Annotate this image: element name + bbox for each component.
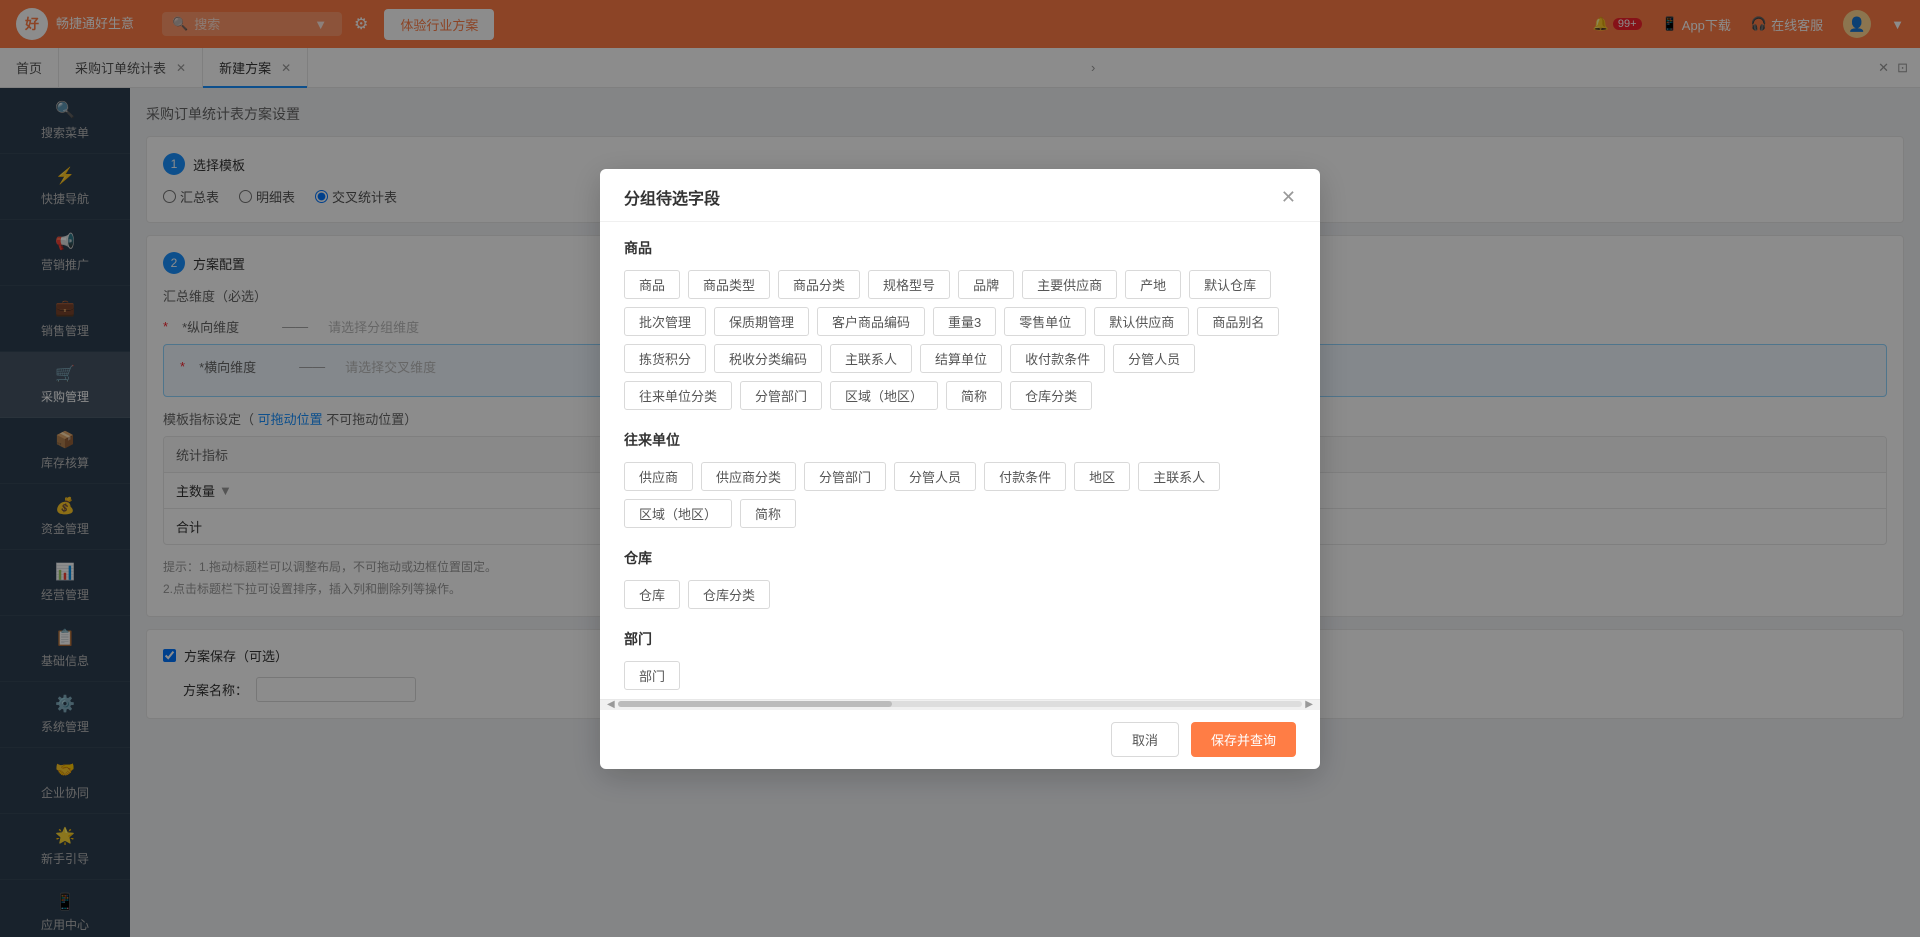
field-fktj[interactable]: 付款条件 [984, 462, 1066, 491]
field-zlxsr[interactable]: 主联系人 [830, 344, 912, 373]
field-ssfllbm[interactable]: 税收分类编码 [714, 344, 822, 373]
field-fgbm2[interactable]: 分管部门 [804, 462, 886, 491]
modal-overlay: 分组待选字段 ✕ 商品 商品 商品类型 商品分类 规格型号 品牌 主要供应商 产… [0, 0, 1920, 937]
section-product: 商品 商品 商品类型 商品分类 规格型号 品牌 主要供应商 产地 默认仓库 批次… [624, 238, 1296, 410]
field-zygys[interactable]: 主要供应商 [1022, 270, 1117, 299]
field-jc2[interactable]: 简称 [740, 499, 796, 528]
modal-body[interactable]: 商品 商品 商品类型 商品分类 规格型号 品牌 主要供应商 产地 默认仓库 批次… [600, 222, 1320, 699]
section-product-title: 商品 [624, 238, 1296, 258]
section-warehouse-fields: 仓库 仓库分类 [624, 580, 1296, 609]
modal-title: 分组待选字段 [624, 185, 720, 209]
section-department-fields: 部门 [624, 661, 1296, 690]
cancel-button[interactable]: 取消 [1111, 722, 1179, 757]
field-splx[interactable]: 商品类型 [688, 270, 770, 299]
field-cd[interactable]: 产地 [1125, 270, 1181, 299]
field-zlxsr2[interactable]: 主联系人 [1138, 462, 1220, 491]
field-zfktj[interactable]: 收付款条件 [1010, 344, 1105, 373]
field-spbm[interactable]: 商品别名 [1197, 307, 1279, 336]
field-fgry2[interactable]: 分管人员 [894, 462, 976, 491]
field-dq[interactable]: 地区 [1074, 462, 1130, 491]
section-counterpart: 往来单位 供应商 供应商分类 分管部门 分管人员 付款条件 地区 主联系人 区域… [624, 430, 1296, 528]
confirm-button[interactable]: 保存并查询 [1191, 722, 1296, 757]
field-mrgys[interactable]: 默认供应商 [1094, 307, 1189, 336]
field-bm[interactable]: 部门 [624, 661, 680, 690]
field-qydq2[interactable]: 区域（地区） [624, 499, 732, 528]
field-zl3[interactable]: 重量3 [933, 307, 996, 336]
field-pp[interactable]: 品牌 [958, 270, 1014, 299]
hscroll-thumb[interactable] [618, 701, 892, 707]
field-lwdwfl[interactable]: 往来单位分类 [624, 381, 732, 410]
section-counterpart-fields: 供应商 供应商分类 分管部门 分管人员 付款条件 地区 主联系人 区域（地区） … [624, 462, 1296, 528]
field-gys[interactable]: 供应商 [624, 462, 693, 491]
field-qydq[interactable]: 区域（地区） [830, 381, 938, 410]
field-gglx[interactable]: 规格型号 [868, 270, 950, 299]
field-spfl[interactable]: 商品分类 [778, 270, 860, 299]
modal-footer: 取消 保存并查询 [600, 709, 1320, 769]
hscroll-track [618, 701, 1303, 707]
section-department: 部门 部门 [624, 629, 1296, 690]
field-gysfl[interactable]: 供应商分类 [701, 462, 796, 491]
field-khspbm[interactable]: 客户商品编码 [817, 307, 925, 336]
section-counterpart-title: 往来单位 [624, 430, 1296, 450]
field-pcgl[interactable]: 批次管理 [624, 307, 706, 336]
field-ckfl[interactable]: 仓库分类 [1010, 381, 1092, 410]
field-jsdw[interactable]: 结算单位 [920, 344, 1002, 373]
field-select-modal: 分组待选字段 ✕ 商品 商品 商品类型 商品分类 规格型号 品牌 主要供应商 产… [600, 169, 1320, 769]
field-mrck[interactable]: 默认仓库 [1189, 270, 1271, 299]
modal-header: 分组待选字段 ✕ [600, 169, 1320, 222]
field-phjf[interactable]: 拣货积分 [624, 344, 706, 373]
section-warehouse-title: 仓库 [624, 548, 1296, 568]
field-sp[interactable]: 商品 [624, 270, 680, 299]
field-ck[interactable]: 仓库 [624, 580, 680, 609]
field-fgry[interactable]: 分管人员 [1113, 344, 1195, 373]
field-fgbm[interactable]: 分管部门 [740, 381, 822, 410]
modal-close-btn[interactable]: ✕ [1281, 188, 1296, 206]
field-bqqgl[interactable]: 保质期管理 [714, 307, 809, 336]
section-department-title: 部门 [624, 629, 1296, 649]
section-warehouse: 仓库 仓库 仓库分类 [624, 548, 1296, 609]
section-product-fields: 商品 商品类型 商品分类 规格型号 品牌 主要供应商 产地 默认仓库 批次管理 … [624, 270, 1296, 410]
modal-hscroll[interactable]: ◀ ▶ [600, 699, 1320, 709]
field-ckfl2[interactable]: 仓库分类 [688, 580, 770, 609]
field-lsdw[interactable]: 零售单位 [1004, 307, 1086, 336]
field-jc[interactable]: 简称 [946, 381, 1002, 410]
